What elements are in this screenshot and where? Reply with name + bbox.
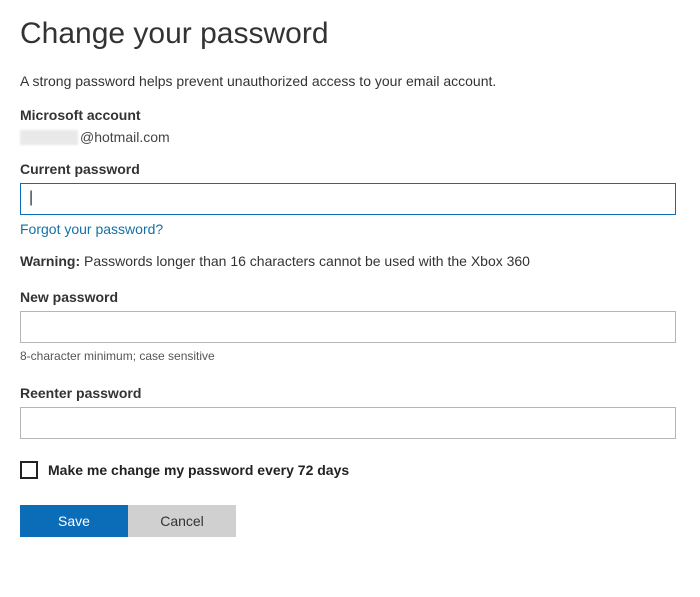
warning-label: Warning: bbox=[20, 253, 80, 269]
new-password-label: New password bbox=[20, 289, 680, 305]
checkbox-box[interactable] bbox=[20, 461, 38, 479]
page-title: Change your password bbox=[20, 17, 680, 51]
checkbox-label: Make me change my password every 72 days bbox=[48, 462, 349, 478]
new-password-hint: 8-character minimum; case sensitive bbox=[20, 349, 680, 363]
email-suffix: @hotmail.com bbox=[80, 129, 170, 145]
account-label: Microsoft account bbox=[20, 107, 680, 123]
button-row: Save Cancel bbox=[20, 505, 680, 537]
account-value-row: @hotmail.com bbox=[20, 129, 680, 145]
warning-text: Passwords longer than 16 characters cann… bbox=[80, 253, 530, 269]
cancel-button[interactable]: Cancel bbox=[128, 505, 236, 537]
save-button[interactable]: Save bbox=[20, 505, 128, 537]
redacted-username bbox=[20, 130, 78, 145]
warning-row: Warning: Passwords longer than 16 charac… bbox=[20, 253, 680, 269]
new-password-input[interactable] bbox=[20, 311, 676, 343]
forgot-password-link[interactable]: Forgot your password? bbox=[20, 221, 163, 237]
reenter-password-label: Reenter password bbox=[20, 385, 680, 401]
current-password-label: Current password bbox=[20, 161, 680, 177]
change-password-periodic-checkbox[interactable]: Make me change my password every 72 days bbox=[20, 461, 680, 479]
current-password-input[interactable]: | bbox=[20, 183, 676, 215]
subtitle: A strong password helps prevent unauthor… bbox=[20, 73, 680, 89]
reenter-password-input[interactable] bbox=[20, 407, 676, 439]
